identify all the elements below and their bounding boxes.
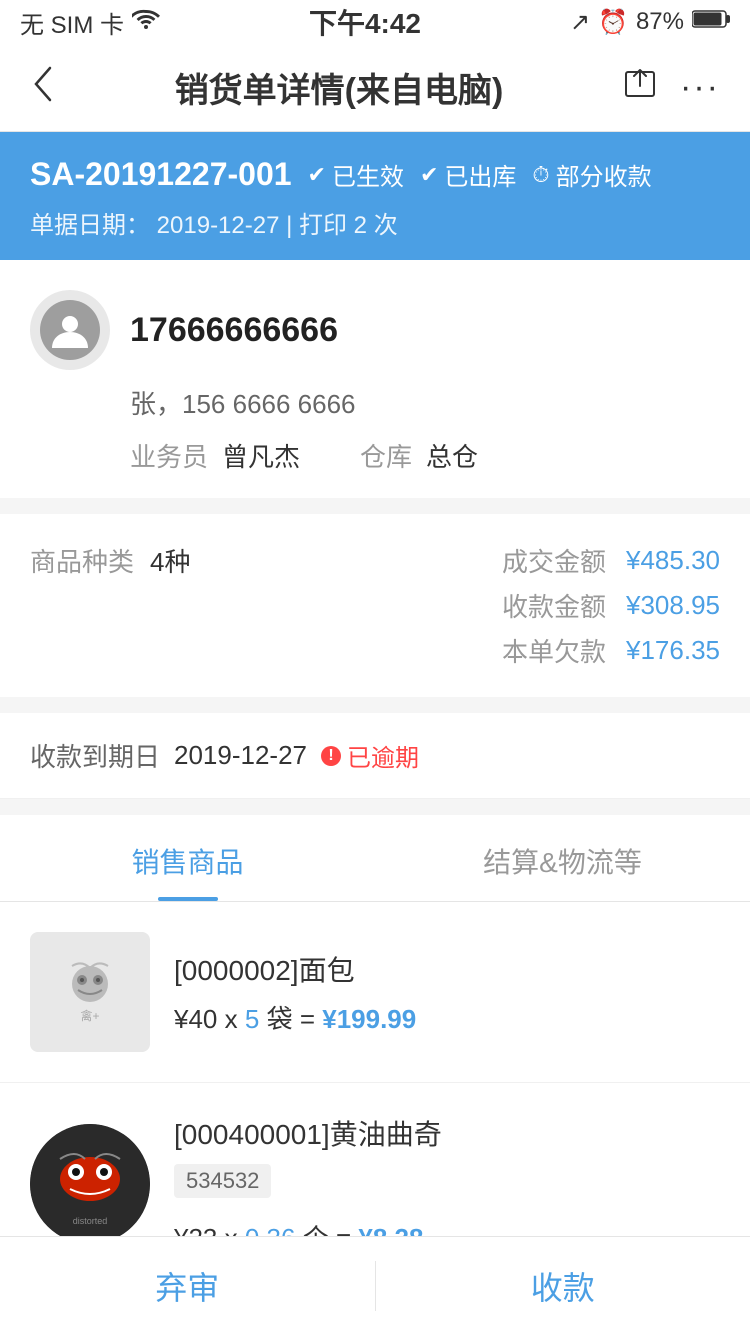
status-left: 无 SIM 卡 [20, 5, 160, 40]
location-icon: ↗ [570, 8, 590, 37]
wifi-icon [132, 8, 160, 36]
product-thumb-1: 禽+ [30, 932, 150, 1052]
product-list: 禽+ [0000002]面包 ¥40 x 5 袋 = ¥199.99 [0, 902, 750, 1286]
status-right: ↗ ⏰ 87% [570, 8, 730, 37]
page-title: 销货单详情(来自电脑) [175, 63, 504, 112]
nav-bar: 销货单详情(来自电脑) ··· [0, 44, 750, 132]
order-date-row: 单据日期： 2019-12-27 | 打印 2 次 [30, 205, 720, 240]
financial-stats: 成交金额 ¥485.30 收款金额 ¥308.95 本单欠款 ¥176.35 [502, 542, 720, 669]
order-badges: ✔ 已生效 ✔ 已出库 ⏱ 部分收款 [308, 157, 652, 192]
alarm-icon: ⏰ [598, 8, 628, 37]
cancel-review-button[interactable]: 弃审 [0, 1237, 375, 1334]
product-price-1: ¥40 x 5 袋 = ¥199.99 [174, 999, 720, 1036]
warehouse-item: 仓库 总仓 [360, 437, 478, 474]
amount-value: ¥485.30 [626, 545, 720, 576]
avatar [30, 290, 110, 370]
clock-icon: ⏱ [532, 162, 549, 188]
received-row: 收款金额 ¥308.95 [502, 587, 720, 624]
warehouse-label: 仓库 [360, 437, 412, 474]
user-icon [40, 300, 100, 360]
badge-effective: ✔ 已生效 [308, 157, 404, 192]
order-id: SA-20191227-001 [30, 156, 292, 193]
svg-text:禽+: 禽+ [80, 1008, 99, 1023]
owed-label: 本单欠款 [502, 632, 606, 669]
product-image-placeholder-1: 禽+ [30, 932, 150, 1052]
amount-label: 成交金额 [502, 542, 606, 579]
product-item-1[interactable]: 禽+ [0000002]面包 ¥40 x 5 袋 = ¥199.99 [0, 902, 750, 1083]
battery-level: 87% [636, 8, 684, 36]
status-time: 下午4:42 [309, 2, 421, 42]
warehouse-value: 总仓 [426, 437, 478, 474]
bottom-bar: 弃审 收款 [0, 1236, 750, 1334]
back-button[interactable] [30, 64, 54, 112]
badge-shipped: ✔ 已出库 [420, 157, 516, 192]
product-info-2: [000400001]黄油曲奇 534532 ¥23 x 0.36 个 = ¥8… [174, 1113, 720, 1255]
share-icon[interactable] [624, 68, 656, 108]
product-types-label: 商品种类 [30, 542, 134, 579]
svg-text:distorted: distorted [73, 1216, 108, 1226]
check-icon-2: ✔ [420, 162, 438, 188]
overdue-text: 已逾期 [347, 738, 419, 773]
status-bar: 无 SIM 卡 下午4:42 ↗ ⏰ 87% [0, 0, 750, 44]
customer-section: 17666666666 张，156 6666 6666 业务员 曾凡杰 仓库 总… [0, 260, 750, 498]
owed-row: 本单欠款 ¥176.35 [502, 632, 720, 669]
more-icon[interactable]: ··· [680, 68, 720, 107]
overdue-badge: ! 已逾期 [321, 738, 419, 773]
nav-actions: ··· [624, 68, 720, 108]
battery-icon [692, 8, 730, 36]
product-types-value: 4种 [150, 542, 190, 579]
owed-value: ¥176.35 [626, 635, 720, 666]
product-sku-2: 534532 [174, 1164, 271, 1198]
badge-partial-payment: ⏱ 部分收款 [532, 157, 651, 192]
salesperson-value: 曾凡杰 [222, 437, 300, 474]
sim-status: 无 SIM 卡 [20, 5, 124, 40]
stats-section: 商品种类 4种 成交金额 ¥485.30 收款金额 ¥308.95 本单欠款 ¥… [0, 514, 750, 697]
product-name-1: [0000002]面包 [174, 949, 720, 989]
received-label: 收款金额 [502, 587, 606, 624]
overdue-icon: ! [321, 746, 341, 766]
customer-id-row: 17666666666 [30, 290, 720, 370]
received-value: ¥308.95 [626, 590, 720, 621]
tab-products[interactable]: 销售商品 [0, 815, 375, 901]
product-info-1: [0000002]面包 ¥40 x 5 袋 = ¥199.99 [174, 949, 720, 1036]
product-thumb-2: distorted [30, 1124, 150, 1244]
due-date-section: 收款到期日 2019-12-27 ! 已逾期 [0, 713, 750, 799]
salesperson-item: 业务员 曾凡杰 [130, 437, 300, 474]
due-label: 收款到期日 [30, 737, 160, 774]
tab-bar: 销售商品 结算&物流等 [0, 815, 750, 902]
customer-account-id: 17666666666 [130, 311, 338, 350]
product-types: 商品种类 4种 [30, 542, 190, 579]
salesperson-label: 业务员 [130, 437, 208, 474]
customer-meta: 业务员 曾凡杰 仓库 总仓 [130, 437, 720, 474]
customer-name: 张，156 6666 6666 [130, 384, 720, 421]
collect-payment-button[interactable]: 收款 [376, 1237, 750, 1334]
amount-row: 成交金额 ¥485.30 [502, 542, 720, 579]
check-icon: ✔ [308, 162, 326, 188]
product-name-2: [000400001]黄油曲奇 [174, 1113, 720, 1153]
order-banner: SA-20191227-001 ✔ 已生效 ✔ 已出库 ⏱ 部分收款 单据日期：… [0, 132, 750, 260]
tab-settlement[interactable]: 结算&物流等 [375, 815, 750, 901]
due-date-value: 2019-12-27 [174, 740, 307, 771]
